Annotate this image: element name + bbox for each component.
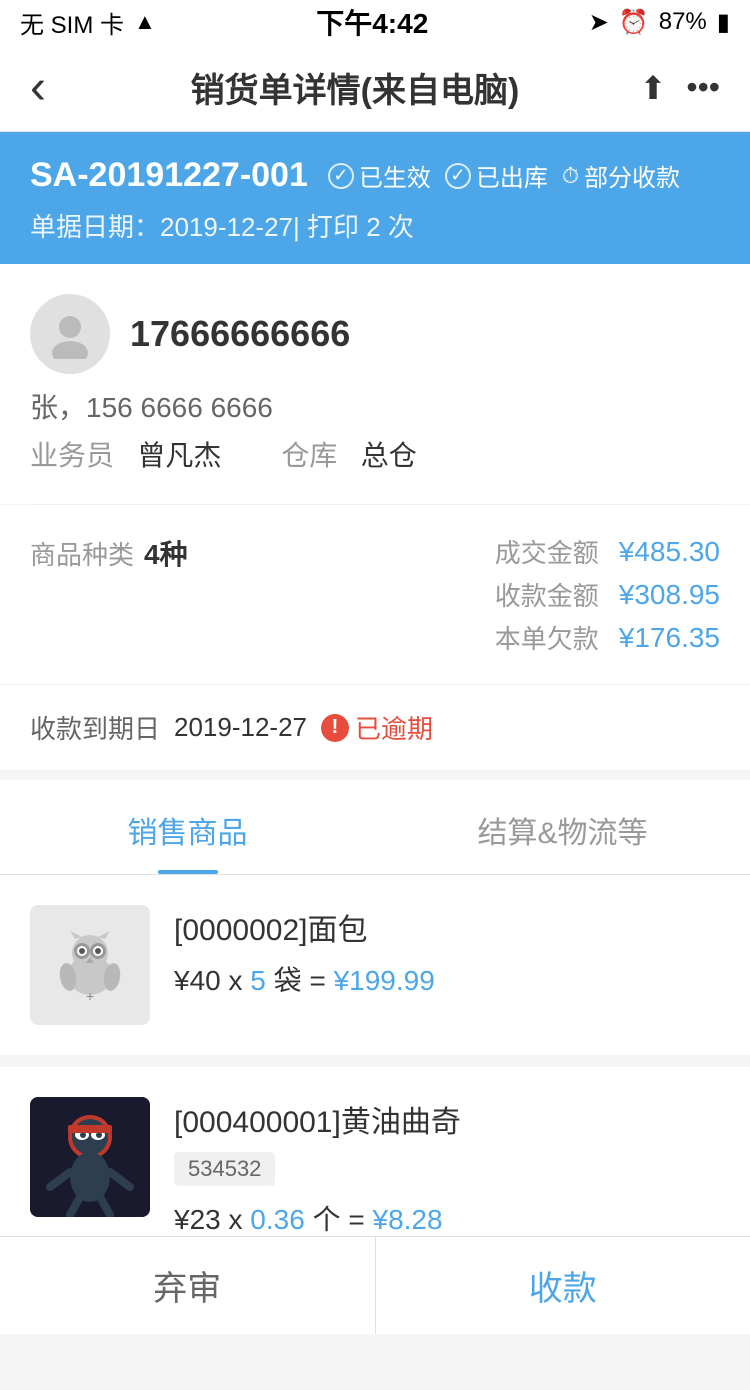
alarm-icon: ⏰ [619, 8, 649, 37]
wifi-icon: ▲ [134, 9, 156, 35]
product-info-bread: [0000002]面包 ¥40 x 5 袋 = ¥199.99 [174, 905, 720, 999]
customer-phone: 17666666666 [130, 313, 350, 355]
warehouse-value: 总仓 [361, 440, 417, 471]
debt-amount: ¥176.35 [619, 622, 720, 654]
transaction-label: 成交金额 [495, 533, 599, 570]
product-name-2: [000400001]黄油曲奇 [174, 1097, 720, 1141]
more-icon[interactable]: ••• [686, 69, 720, 106]
product-list: + [0000002]面包 ¥40 x 5 袋 = ¥199.99 [0, 875, 750, 1280]
carrier-text: 无 SIM 卡 [20, 5, 124, 40]
product-name-1: [0000002]面包 [174, 905, 720, 949]
summary-right: 成交金额 ¥485.30 收款金额 ¥308.95 本单欠款 ¥176.35 [495, 533, 720, 656]
collection-label: 收款金额 [495, 576, 599, 613]
tabs-section: 销售商品 结算&物流等 [0, 770, 750, 875]
order-header: SA-20191227-001 ✓ 已生效 ✓ 已出库 ⏱ 部分收款 单据日期：… [0, 132, 750, 264]
transaction-amount: ¥485.30 [619, 536, 720, 568]
tabs: 销售商品 结算&物流等 [0, 780, 750, 875]
battery-text: 87% [659, 8, 707, 36]
status-left: 无 SIM 卡 ▲ [20, 5, 156, 40]
status-time: 下午4:42 [316, 2, 428, 42]
share-icon[interactable]: ⬆ [640, 69, 667, 107]
clock-icon: ⏱ [562, 163, 579, 189]
svg-text:+: + [86, 988, 94, 1004]
customer-avatar [30, 294, 110, 374]
product-item: + [0000002]面包 ¥40 x 5 袋 = ¥199.99 [0, 875, 750, 1067]
battery-icon: ▮ [717, 8, 730, 37]
product-type-value: 4种 [144, 533, 188, 573]
collection-amount: ¥308.95 [619, 579, 720, 611]
badge-effective: ✓ 已生效 [328, 158, 431, 193]
tab-settlement[interactable]: 结算&物流等 [375, 780, 750, 874]
summary-left: 商品种类 4种 [30, 533, 188, 656]
order-date: 单据日期：2019-12-27| 打印 2 次 [30, 207, 720, 244]
debt-label: 本单欠款 [495, 619, 599, 656]
tab-sales-products[interactable]: 销售商品 [0, 780, 375, 874]
overdue-badge: ! 已逾期 [321, 709, 433, 746]
confirm-button[interactable]: 收款 [376, 1237, 750, 1334]
cancel-button[interactable]: 弃审 [0, 1237, 376, 1334]
product-type-label: 商品种类 [30, 535, 134, 572]
back-button[interactable]: ‹ [30, 60, 90, 115]
product-info-cookie: [000400001]黄油曲奇 534532 ¥23 x 0.36 个 = ¥8… [174, 1097, 720, 1238]
badge-shipped: ✓ 已出库 [445, 158, 548, 193]
status-right: ➤ ⏰ 87% ▮ [589, 8, 730, 37]
page-title: 销货单详情(来自电脑) [90, 63, 620, 112]
product-price-1: ¥40 x 5 袋 = ¥199.99 [174, 959, 720, 999]
product-tag-2: 534532 [174, 1152, 275, 1186]
check-icon2: ✓ [445, 163, 471, 189]
order-badges: ✓ 已生效 ✓ 已出库 ⏱ 部分收款 [328, 158, 680, 193]
nav-bar: ‹ 销货单详情(来自电脑) ⬆ ••• [0, 44, 750, 132]
due-date: 2019-12-27 [174, 712, 307, 743]
badge-partial: ⏱ 部分收款 [562, 158, 680, 193]
customer-name: 张，156 6666 6666 [30, 386, 720, 426]
customer-meta: 业务员 曾凡杰 仓库 总仓 [30, 434, 720, 474]
warehouse-label: 仓库 [281, 440, 337, 471]
salesman-label: 业务员 [30, 440, 114, 471]
nav-right-actions: ⬆ ••• [620, 69, 720, 107]
due-label: 收款到期日 [30, 709, 160, 746]
status-bar: 无 SIM 卡 ▲ 下午4:42 ➤ ⏰ 87% ▮ [0, 0, 750, 44]
product-price-2: ¥23 x 0.36 个 = ¥8.28 [174, 1198, 720, 1238]
overdue-icon: ! [321, 714, 349, 742]
product-image-cookie [30, 1097, 150, 1217]
check-icon: ✓ [328, 163, 354, 189]
location-icon: ➤ [589, 8, 609, 37]
overdue-text: 已逾期 [355, 709, 433, 746]
summary-section: 商品种类 4种 成交金额 ¥485.30 收款金额 ¥308.95 本单欠款 ¥… [0, 505, 750, 684]
salesman-value: 曾凡杰 [137, 440, 221, 471]
customer-section: 17666666666 张，156 6666 6666 业务员 曾凡杰 仓库 总… [0, 264, 750, 504]
product-image-bread: + [30, 905, 150, 1025]
due-date-section: 收款到期日 2019-12-27 ! 已逾期 [0, 684, 750, 770]
bottom-bar: 弃审 收款 [0, 1236, 750, 1334]
order-id: SA-20191227-001 [30, 156, 308, 195]
